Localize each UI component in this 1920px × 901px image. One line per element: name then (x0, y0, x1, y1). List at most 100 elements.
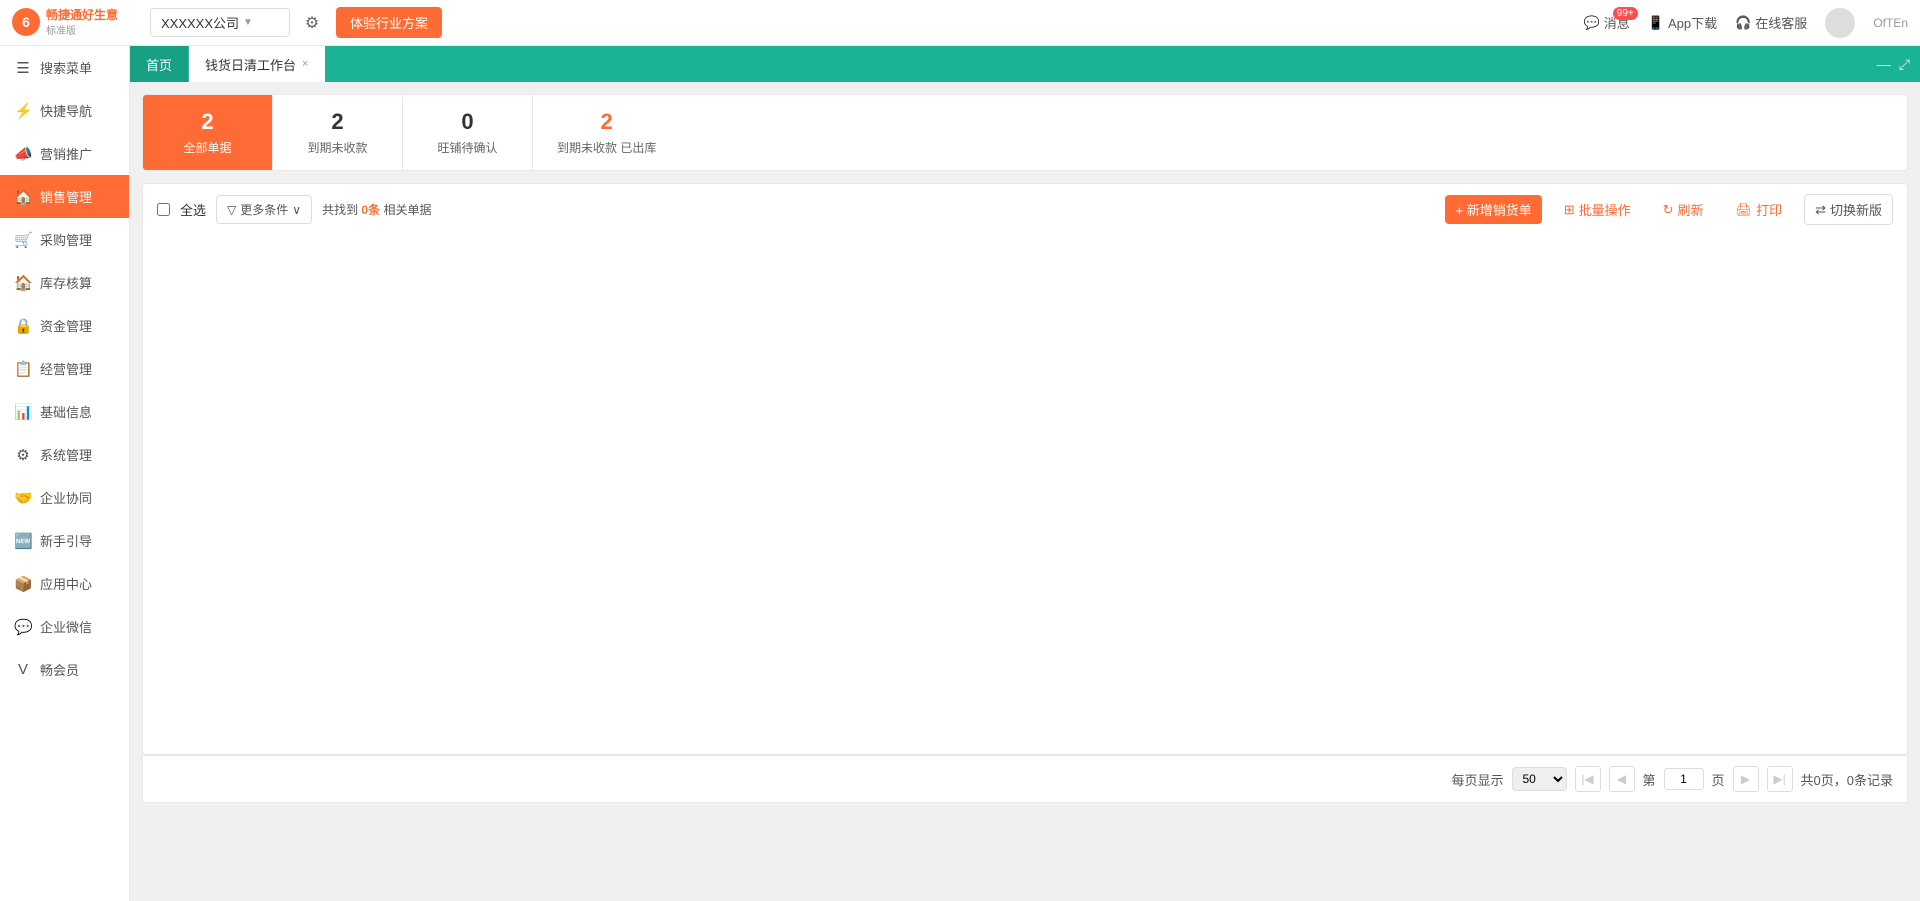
top-header: 6 畅捷通好生意 标准版 XXXXXX公司 ▼ ⚙ 体验行业方案 💬 消息 99… (0, 0, 1920, 46)
stat-card-overdue-unshipped[interactable]: 2到期未收款 已出库 (533, 95, 680, 170)
stat-label-overdue-unpaid: 到期未收款 (307, 139, 367, 156)
sidebar: ☰搜索菜单⚡快捷导航📣营销推广🏠销售管理🛒采购管理🏠库存核算🔒资金管理📋经营管理… (0, 46, 130, 901)
sidebar-icon-base-info: 📊 (14, 403, 32, 421)
found-count: 0条 (361, 203, 380, 217)
sidebar-icon-enterprise: 🤝 (14, 489, 32, 507)
messages-badge: 99+ (1613, 7, 1638, 20)
logo-text-wrap: 畅捷通好生意 标准版 (46, 8, 118, 37)
header-right: 💬 消息 99+ 📱 App下载 🎧 在线客服 OfTEn (1584, 8, 1908, 38)
found-prefix: 共找到 (322, 203, 358, 217)
username-display: OfTEn (1873, 16, 1908, 30)
sidebar-item-purchase[interactable]: 🛒 采购管理 (0, 218, 129, 261)
stats-row: 2 全部单据 2到期未收款 0 旺铺待确认 2到期未收款 已出库 (142, 94, 1908, 171)
trial-btn[interactable]: 体验行业方案 (336, 7, 442, 38)
sidebar-label-finance: 资金管理 (40, 316, 92, 335)
sidebar-item-member[interactable]: V畅会员 (0, 648, 129, 691)
sidebar-icon-operations: 📋 (14, 360, 32, 378)
company-selector[interactable]: XXXXXX公司 ▼ (150, 8, 290, 37)
online-service-btn[interactable]: 🎧 在线客服 (1735, 13, 1807, 32)
refresh-btn[interactable]: ↻ 刷新 (1653, 195, 1714, 224)
tab-maximize-btn[interactable]: ⤢ (1899, 56, 1910, 73)
add-sale-btn[interactable]: + 新增销货单 (1445, 195, 1541, 224)
sidebar-label-enterprise: 企业协同 (40, 488, 92, 507)
company-name: XXXXXX公司 (161, 13, 239, 32)
sidebar-label-quick-nav: 快捷导航 (40, 101, 92, 120)
logo-area: 6 畅捷通好生意 标准版 (12, 8, 142, 37)
messages-btn[interactable]: 💬 消息 99+ (1584, 13, 1630, 32)
page-prev-btn[interactable]: ◀ (1609, 766, 1635, 792)
page-size-label: 每页显示 (1451, 770, 1503, 789)
tab-minimize-btn[interactable]: — (1877, 56, 1891, 72)
sidebar-icon-sales: 🏠 (14, 188, 32, 206)
company-dropdown-arrow: ▼ (243, 17, 253, 28)
logo-text: 畅捷通好生意 (46, 8, 118, 22)
settings-button[interactable]: ⚙ (298, 9, 326, 37)
stat-card-all[interactable]: 2 全部单据 (143, 95, 273, 170)
switch-version-btn[interactable]: ⇄ 切换新版 (1804, 194, 1893, 225)
sidebar-item-quick-nav[interactable]: ⚡快捷导航 (0, 89, 129, 132)
sidebar-label-purchase: 采购管理 (40, 230, 92, 249)
print-label: 打印 (1756, 200, 1782, 219)
sidebar-item-system[interactable]: ⚙系统管理 (0, 433, 129, 476)
stat-label-all: 全部单据 (183, 139, 231, 156)
batch-operation-btn[interactable]: ⊞ 批量操作 (1554, 195, 1641, 224)
active-tab-label: 钱货日清工作台 (205, 55, 296, 74)
sidebar-item-sales[interactable]: 🏠销售管理 (0, 175, 129, 218)
stat-number-pending-confirm: 0 (461, 109, 473, 135)
avatar[interactable] (1825, 8, 1855, 38)
app-download-btn[interactable]: 📱 App下载 (1648, 13, 1717, 32)
refresh-icon: ↻ (1663, 202, 1674, 218)
sidebar-item-inventory[interactable]: 🏠库存核算 (0, 261, 129, 304)
page-next-btn[interactable]: ▶ (1733, 766, 1759, 792)
select-all-label: 全选 (180, 200, 206, 219)
refresh-label: 刷新 (1678, 200, 1704, 219)
sidebar-item-enterprise[interactable]: 🤝 企业协同 (0, 476, 129, 519)
sidebar-icon-marketing: 📣 (14, 145, 32, 163)
sidebar-label-weixin: 企业微信 (40, 617, 92, 636)
sidebar-label-inventory: 库存核算 (40, 273, 92, 292)
stat-card-pending-confirm[interactable]: 0 旺铺待确认 (403, 95, 533, 170)
sidebar-icon-newbie: 🆕 (14, 532, 32, 550)
page-last-btn[interactable]: ▶| (1767, 766, 1793, 792)
sidebar-item-search-menu[interactable]: ☰搜索菜单 (0, 46, 129, 89)
batch-label: 批量操作 (1579, 200, 1631, 219)
sidebar-item-newbie[interactable]: 🆕 新手引导 (0, 519, 129, 562)
sidebar-item-app-center[interactable]: 📦应用中心 (0, 562, 129, 605)
stat-label-pending-confirm: 旺铺待确认 (437, 139, 497, 156)
stat-label-overdue-unshipped: 到期未收款 已出库 (557, 139, 656, 156)
select-all-checkbox[interactable] (157, 203, 170, 216)
sidebar-label-newbie: 新手引导 (40, 531, 92, 550)
message-icon: 💬 (1584, 15, 1600, 31)
close-tab-btn[interactable]: × (302, 58, 308, 70)
page-size-select[interactable]: 2050100 (1512, 767, 1567, 791)
page-first-btn[interactable]: |◀ (1575, 766, 1601, 792)
app-download-icon: 📱 (1648, 15, 1664, 31)
page-label: 第 (1643, 770, 1656, 789)
sidebar-label-system: 系统管理 (40, 445, 92, 464)
logo-sub: 标准版 (46, 22, 118, 37)
stat-number-all: 2 (201, 109, 213, 135)
filter-icon: ▽ (227, 203, 236, 217)
pagination: 每页显示 2050100 |◀ ◀ 第 页 ▶ ▶| 共0页，0条记录 (142, 755, 1908, 803)
sidebar-label-marketing: 营销推广 (40, 144, 92, 163)
content-inner: 2全部单据2到期未收款0旺铺待确认2到期未收款 已出库 全选 ▽ 更多条件 ∨ … (130, 82, 1920, 901)
sidebar-item-weixin[interactable]: 💬企业微信 (0, 605, 129, 648)
sidebar-item-finance[interactable]: 🔒 资金管理 (0, 304, 129, 347)
sidebar-icon-app-center: 📦 (14, 575, 32, 593)
tab-home[interactable]: 首页 (130, 46, 189, 82)
sidebar-label-operations: 经营管理 (40, 359, 92, 378)
online-service-label: 在线客服 (1755, 13, 1807, 32)
sidebar-item-marketing[interactable]: 📣 营销推广 (0, 132, 129, 175)
sidebar-item-base-info[interactable]: 📊基础信息 (0, 390, 129, 433)
sidebar-icon-purchase: 🛒 (14, 231, 32, 249)
main-content: 2全部单据2到期未收款0旺铺待确认2到期未收款 已出库 全选 ▽ 更多条件 ∨ … (130, 82, 1920, 901)
found-text: 共找到 0条 相关单据 (322, 201, 431, 218)
stat-card-overdue-unpaid[interactable]: 2到期未收款 (273, 95, 403, 170)
sidebar-icon-search-menu: ☰ (14, 59, 32, 77)
sidebar-icon-finance: 🔒 (14, 317, 32, 335)
tab-active[interactable]: 钱货日清工作台 × (189, 46, 325, 82)
filter-btn[interactable]: ▽ 更多条件 ∨ (216, 195, 312, 224)
sidebar-item-operations[interactable]: 📋 经营管理 (0, 347, 129, 390)
page-input[interactable] (1664, 768, 1704, 790)
print-btn[interactable]: 🖨 打印 (1726, 195, 1793, 224)
